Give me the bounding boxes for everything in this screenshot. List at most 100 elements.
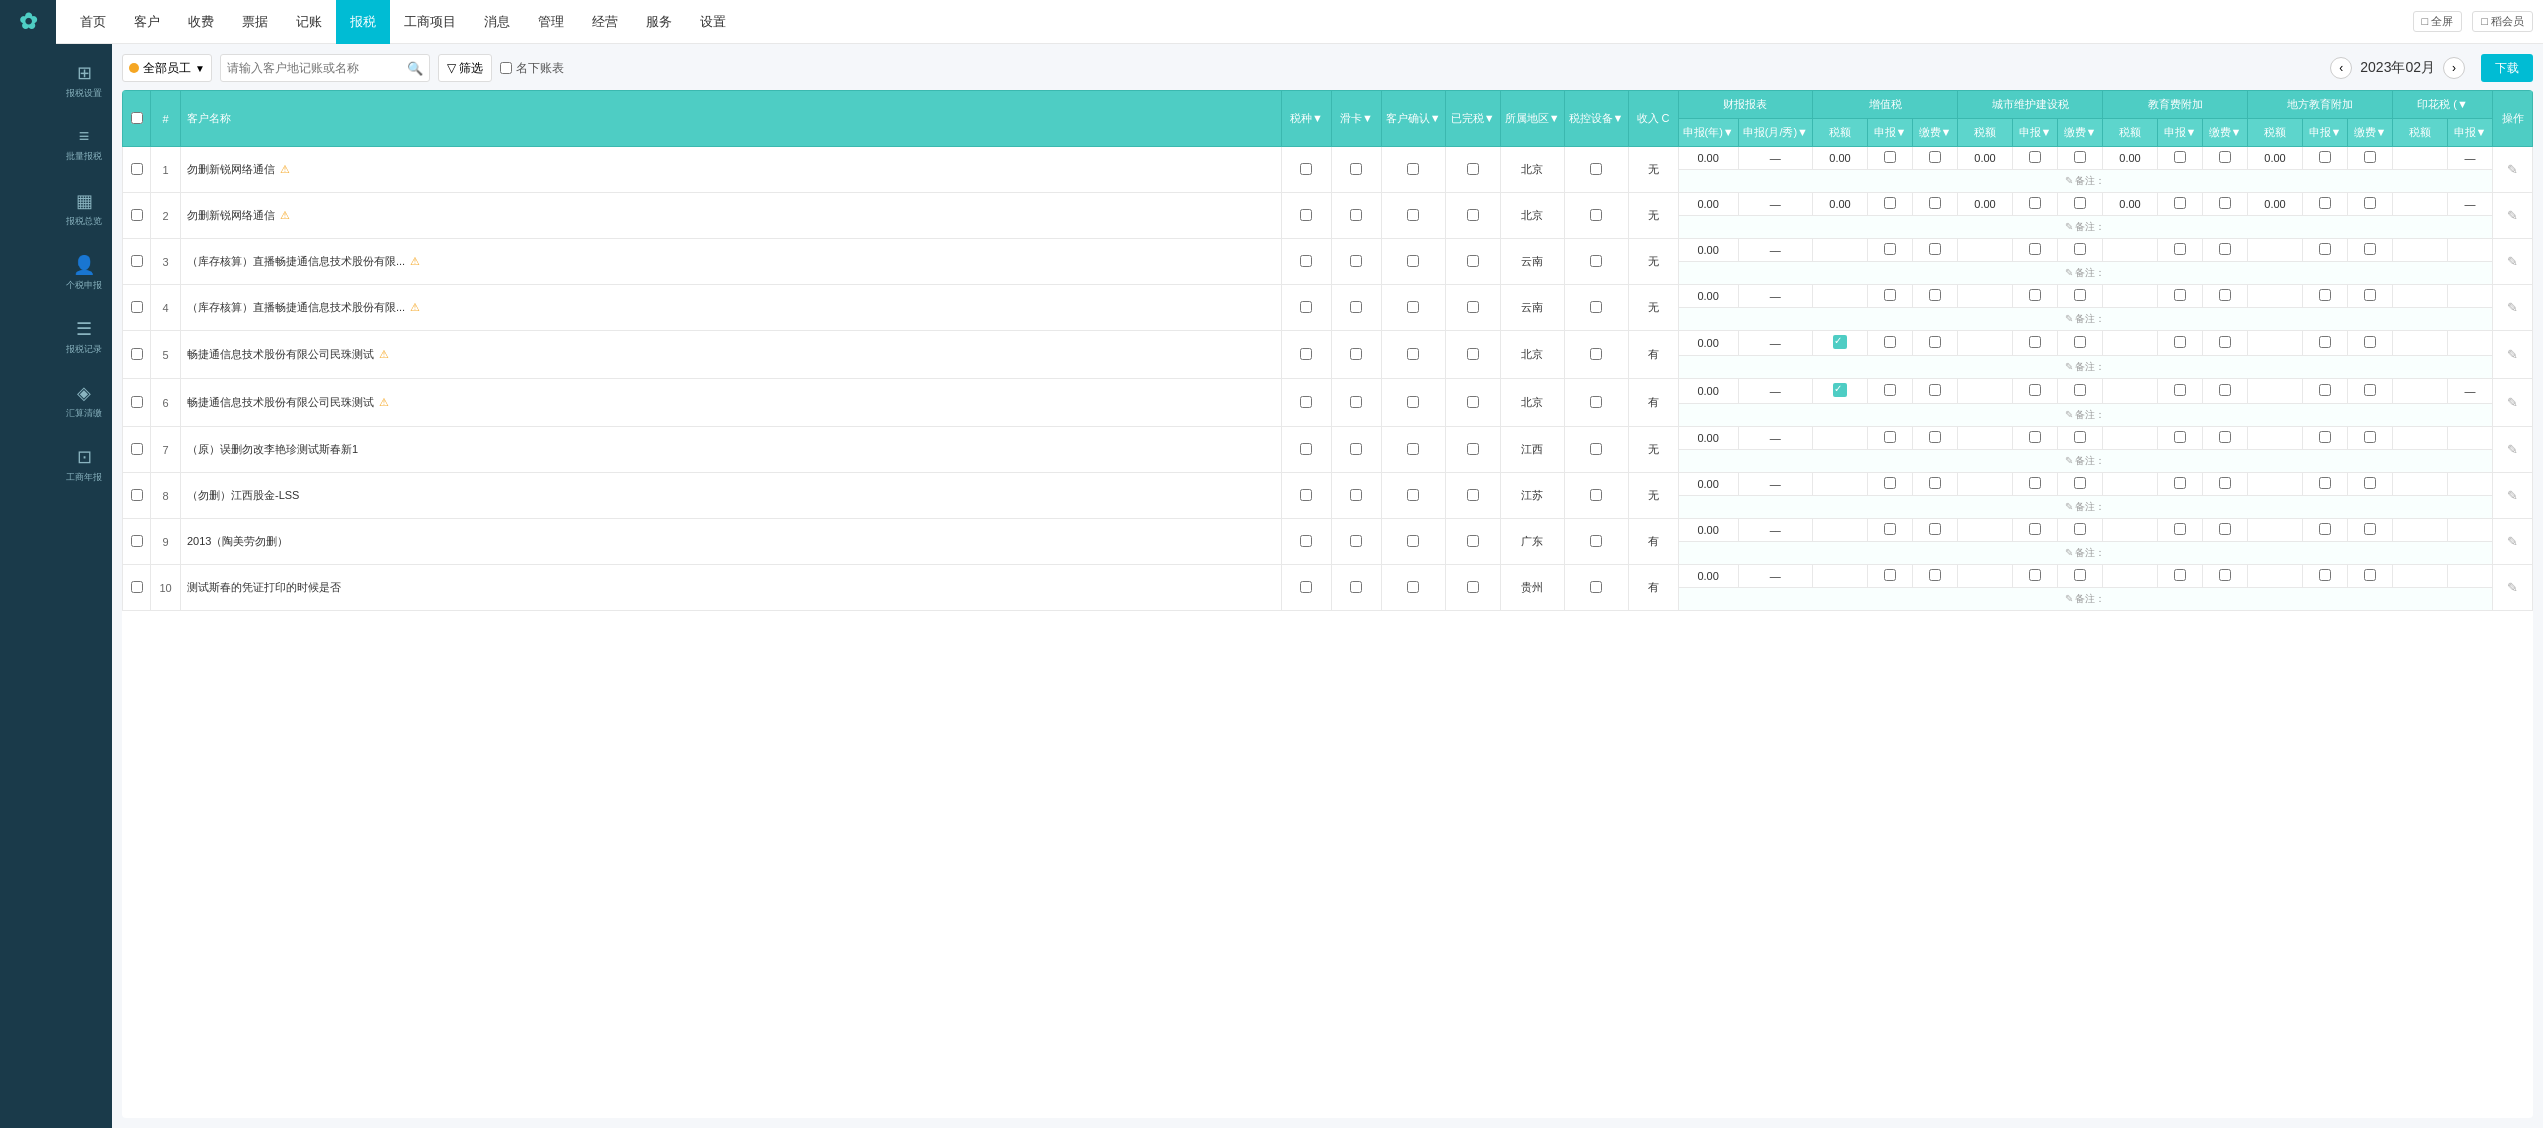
urban-declare-cell[interactable] [2013, 379, 2058, 404]
row-checkbox-cell[interactable] [123, 285, 151, 331]
edu-amount-checkbox[interactable] [2219, 569, 2231, 581]
vat-amount-checkbox[interactable] [1929, 151, 1941, 163]
tax-type-cell[interactable] [1281, 379, 1331, 427]
urban-amount-cell[interactable] [2058, 285, 2103, 308]
edu-amount-checkbox[interactable] [2219, 431, 2231, 443]
local-edu-declare-checkbox[interactable] [2319, 197, 2331, 209]
row-checkbox-cell[interactable] [123, 193, 151, 239]
edu-declare-cell[interactable] [2158, 379, 2203, 404]
urban-amount-cell[interactable] [2058, 427, 2103, 450]
error-icon[interactable]: ⚠ [277, 163, 290, 175]
tax-equipment-cell[interactable] [1564, 427, 1628, 473]
edu-declare-cell[interactable] [2158, 565, 2203, 588]
swipe-card-checkbox[interactable] [1350, 443, 1362, 455]
confirmed-cell[interactable] [1381, 147, 1445, 193]
confirmed-checkbox[interactable] [1407, 443, 1419, 455]
th-tax-type[interactable]: 税种▼ [1281, 91, 1331, 147]
swipe-card-cell[interactable] [1331, 285, 1381, 331]
sidebar-item-annual-report[interactable]: ⊡ 工商年报 [56, 432, 112, 496]
urban-declare-checkbox[interactable] [2029, 569, 2041, 581]
tax-type-checkbox[interactable] [1300, 163, 1312, 175]
filter-button[interactable]: ▽ 筛选 [438, 54, 492, 82]
confirmed-cell[interactable] [1381, 473, 1445, 519]
row-checkbox-cell[interactable] [123, 147, 151, 193]
local-edu-declare-cell[interactable] [2303, 427, 2348, 450]
tax-type-checkbox[interactable] [1300, 255, 1312, 267]
nav-invoice[interactable]: 票据 [228, 0, 282, 44]
tax-equipment-cell[interactable] [1564, 147, 1628, 193]
declared-checkbox[interactable] [1467, 443, 1479, 455]
urban-amount-cell[interactable] [2058, 565, 2103, 588]
confirmed-cell[interactable] [1381, 427, 1445, 473]
urban-declare-checkbox[interactable] [2029, 477, 2041, 489]
note-cell[interactable]: ✎备注： [1678, 404, 2493, 427]
tax-type-checkbox[interactable] [1300, 348, 1312, 360]
urban-amount-cell[interactable] [2058, 239, 2103, 262]
urban-declare-checkbox[interactable] [2029, 336, 2041, 348]
fullscreen-button[interactable]: □ 全屏 [2413, 11, 2463, 32]
nav-home[interactable]: 首页 [66, 0, 120, 44]
edu-declare-cell[interactable] [2158, 331, 2203, 356]
table-container[interactable]: # 客户名称 税种▼ 滑卡▼ 客户确认▼ 已完税▼ 所属地区▼ 税控设备▼ 收入… [122, 90, 2533, 1118]
tax-equipment-checkbox[interactable] [1590, 581, 1602, 593]
search-input[interactable] [227, 61, 407, 75]
vat-declare-checkbox[interactable] [1884, 523, 1896, 535]
vat-amount-checkbox[interactable] [1929, 336, 1941, 348]
vat-declare-checkbox[interactable] [1884, 477, 1896, 489]
th-swipe-card[interactable]: 滑卡▼ [1331, 91, 1381, 147]
declared-checkbox[interactable] [1467, 209, 1479, 221]
urban-amount-checkbox[interactable] [2074, 523, 2086, 535]
edu-amount-checkbox[interactable] [2219, 384, 2231, 396]
urban-amount-checkbox[interactable] [2074, 336, 2086, 348]
vat-declare-cell[interactable] [1868, 147, 1913, 170]
swipe-card-cell[interactable] [1331, 427, 1381, 473]
vat-declare-checkbox[interactable] [1884, 569, 1896, 581]
vat-amount-cell[interactable] [1913, 147, 1958, 170]
th-checkbox[interactable] [123, 91, 151, 147]
declared-checkbox[interactable] [1467, 163, 1479, 175]
edu-declare-cell[interactable] [2158, 427, 2203, 450]
confirmed-cell[interactable] [1381, 331, 1445, 379]
confirmed-checkbox[interactable] [1407, 348, 1419, 360]
vat-amount-checkbox[interactable] [1929, 384, 1941, 396]
edit-icon[interactable]: ✎ [2507, 254, 2518, 269]
confirmed-checkbox[interactable] [1407, 489, 1419, 501]
confirmed-checkbox[interactable] [1407, 255, 1419, 267]
vat-declare-checkbox[interactable] [1884, 151, 1896, 163]
urban-amount-checkbox[interactable] [2074, 384, 2086, 396]
vat-declare-cell[interactable] [1868, 379, 1913, 404]
urban-declare-checkbox[interactable] [2029, 151, 2041, 163]
urban-declare-checkbox[interactable] [2029, 431, 2041, 443]
vat-amount-cell[interactable] [1913, 285, 1958, 308]
tax-equipment-cell[interactable] [1564, 331, 1628, 379]
next-month-button[interactable]: › [2443, 57, 2465, 79]
select-all-checkbox[interactable] [131, 112, 143, 124]
edit-icon[interactable]: ✎ [2507, 162, 2518, 177]
declared-cell[interactable] [1445, 565, 1500, 611]
sidebar-item-tax-settings[interactable]: ⊞ 报税设置 [56, 48, 112, 112]
star-check-label[interactable]: 名下账表 [500, 60, 564, 77]
vat-declare-cell[interactable] [1868, 331, 1913, 356]
swipe-card-checkbox[interactable] [1350, 535, 1362, 547]
row-checkbox-cell[interactable] [123, 331, 151, 379]
client-name-cell[interactable]: 测试斯春的凭证打印的时候是否 [181, 565, 1282, 611]
urban-declare-cell[interactable] [2013, 473, 2058, 496]
row-checkbox[interactable] [131, 209, 143, 221]
urban-amount-cell[interactable] [2058, 147, 2103, 170]
client-name-cell[interactable]: 畅捷通信息技术股份有限公司民珠测试 ⚠ [181, 379, 1282, 427]
declared-checkbox[interactable] [1467, 348, 1479, 360]
urban-amount-cell[interactable] [2058, 193, 2103, 216]
edu-amount-cell[interactable] [2203, 331, 2248, 356]
local-edu-declare-cell[interactable] [2303, 285, 2348, 308]
local-edu-declare-checkbox[interactable] [2319, 523, 2331, 535]
tax-type-cell[interactable] [1281, 565, 1331, 611]
declared-cell[interactable] [1445, 427, 1500, 473]
nav-message[interactable]: 消息 [470, 0, 524, 44]
confirmed-cell[interactable] [1381, 519, 1445, 565]
th-report-year[interactable]: 申报(年)▼ [1678, 119, 1738, 147]
vat-amount-checkbox[interactable] [1929, 289, 1941, 301]
th-region[interactable]: 所属地区▼ [1500, 91, 1564, 147]
local-edu-declare-cell[interactable] [2303, 239, 2348, 262]
urban-declare-cell[interactable] [2013, 239, 2058, 262]
urban-amount-checkbox[interactable] [2074, 197, 2086, 209]
